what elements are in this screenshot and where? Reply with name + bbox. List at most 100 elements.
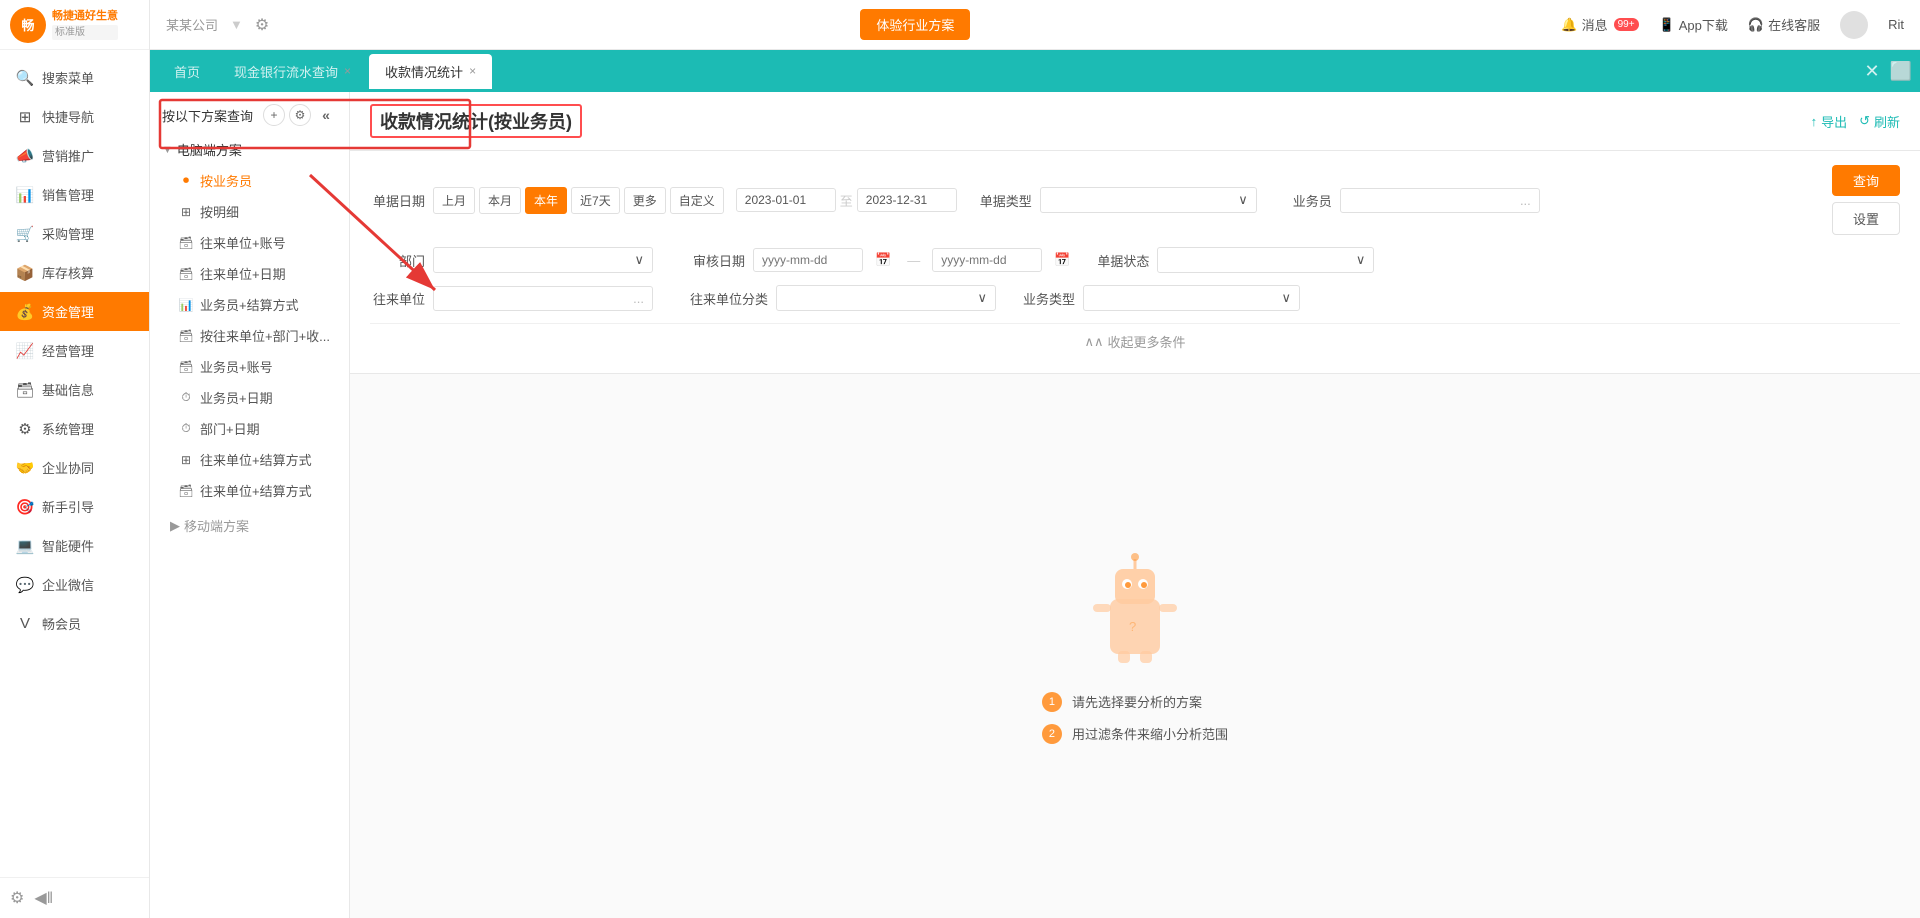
header-left: 某某公司 ▼ ⚙ <box>166 15 269 35</box>
scheme-item-partner-dept[interactable]: 🗃 按往来单位+部门+收... <box>154 320 345 351</box>
export-button[interactable]: ↑ 导出 <box>1811 112 1848 131</box>
partner-dept-icon: 🗃 <box>178 328 194 344</box>
date-btn-custom[interactable]: 自定义 <box>670 187 724 214</box>
sidebar-item-guide[interactable]: 🎯 新手引导 <box>0 487 149 526</box>
sidebar-item-system[interactable]: ⚙ 系统管理 <box>0 409 149 448</box>
scheme-settings-button[interactable]: ⚙ <box>289 104 311 126</box>
user-avatar[interactable] <box>1840 11 1868 39</box>
sidebar-label-system: 系统管理 <box>42 419 94 438</box>
salesperson-more-icon[interactable]: ... <box>1520 193 1531 208</box>
scheme-label-partner-settlement1: 往来单位+结算方式 <box>200 450 312 469</box>
sidebar-item-purchase[interactable]: 🛒 采购管理 <box>0 214 149 253</box>
partner-more-icon[interactable]: ... <box>633 291 644 306</box>
date-start-input[interactable] <box>736 188 836 212</box>
bill-status-select[interactable]: ∨ <box>1157 247 1374 273</box>
window-maximize-icon[interactable]: ⬜ <box>1890 61 1912 82</box>
sidebar-item-sales[interactable]: 📊 销售管理 <box>0 175 149 214</box>
date-btn-more[interactable]: 更多 <box>624 187 666 214</box>
review-date-start[interactable] <box>753 248 863 272</box>
sidebar-item-hardware[interactable]: 💻 智能硬件 <box>0 526 149 565</box>
filter-row-1: 单据日期 上月 本月 本年 近7天 更多 自定义 至 <box>370 165 1900 235</box>
partner-filter-item: 往来单位 ... <box>370 286 670 311</box>
filter-settings-button[interactable]: 设置 <box>1832 202 1900 235</box>
sidebar-item-inventory[interactable]: 📦 库存核算 <box>0 253 149 292</box>
refresh-button[interactable]: ↺ 刷新 <box>1859 112 1900 131</box>
sidebar-item-finance[interactable]: 💰 资金管理 <box>0 292 149 331</box>
sidebar-item-search[interactable]: 🔍 搜索菜单 <box>0 58 149 97</box>
scheme-item-dept-date[interactable]: ⏱ 部门+日期 <box>154 413 345 444</box>
dept-date-icon: ⏱ <box>178 421 194 437</box>
header-right: 🔔 消息 99+ 📱 App下载 🎧 在线客服 Rit <box>1561 11 1904 39</box>
tab-collection[interactable]: 收款情况统计 × <box>369 54 492 89</box>
sidebar-item-basic[interactable]: 🗃 基础信息 <box>0 370 149 409</box>
notifications-action[interactable]: 🔔 消息 99+ <box>1561 15 1638 34</box>
scheme-label-by-detail: 按明细 <box>200 202 239 221</box>
scheme-label-partner-settlement2: 往来单位+结算方式 <box>200 481 312 500</box>
date-btn-last-month[interactable]: 上月 <box>433 187 475 214</box>
scheme-item-partner-date[interactable]: 🗃 往来单位+日期 <box>154 258 345 289</box>
mobile-scheme-label: 移动端方案 <box>184 516 249 535</box>
tab-bank-close[interactable]: × <box>344 64 351 78</box>
scheme-item-salesperson-account[interactable]: 🗃 业务员+账号 <box>154 351 345 382</box>
filter-row-3: 往来单位 ... 往来单位分类 ∨ 业务类型 <box>370 285 1900 311</box>
tab-bank[interactable]: 现金银行流水查询 × <box>218 54 367 89</box>
date-btn-this-month[interactable]: 本月 <box>479 187 521 214</box>
empty-steps: 1 请先选择要分析的方案 2 用过滤条件来缩小分析范围 <box>1042 692 1228 744</box>
dept-select[interactable]: ∨ <box>433 247 653 273</box>
business-type-select[interactable]: ∨ <box>1083 285 1300 311</box>
header-settings-icon[interactable]: ⚙ <box>255 15 269 35</box>
window-close-icon[interactable]: ✕ <box>1864 61 1879 82</box>
app-download-label: App下载 <box>1679 15 1728 34</box>
mobile-scheme-header[interactable]: ▶ 移动端方案 <box>154 510 345 541</box>
sidebar-label-search: 搜索菜单 <box>42 68 94 87</box>
review-date-calendar-start[interactable]: 📅 <box>875 252 891 268</box>
add-scheme-button[interactable]: + <box>263 104 285 126</box>
salesperson-icon: ⏺ <box>178 173 194 189</box>
sidebar-label-basic: 基础信息 <box>42 380 94 399</box>
date-btn-7days[interactable]: 近7天 <box>571 187 620 214</box>
partner-category-select[interactable]: ∨ <box>776 285 996 311</box>
sidebar-item-vip[interactable]: V 畅会员 <box>0 604 149 643</box>
query-button[interactable]: 查询 <box>1832 165 1900 196</box>
scheme-label-salesperson-date: 业务员+日期 <box>200 388 273 407</box>
app-download-action[interactable]: 📱 App下载 <box>1659 15 1728 34</box>
online-service-action[interactable]: 🎧 在线客服 <box>1748 15 1820 34</box>
trial-button[interactable]: 体验行业方案 <box>860 9 970 40</box>
sidebar-item-operation[interactable]: 📈 经营管理 <box>0 331 149 370</box>
date-end-input[interactable] <box>857 188 957 212</box>
salesperson-date-icon: ⏱ <box>178 390 194 406</box>
partner-select[interactable]: ... <box>433 286 653 311</box>
desktop-scheme-header[interactable]: ▼ 电脑端方案 <box>154 134 345 165</box>
review-date-end[interactable] <box>932 248 1042 272</box>
scheme-item-by-detail[interactable]: ⊞ 按明细 <box>154 196 345 227</box>
scheme-item-salesperson-settlement[interactable]: 📊 业务员+结算方式 <box>154 289 345 320</box>
tab-collection-close[interactable]: × <box>469 64 476 78</box>
scheme-item-partner-account[interactable]: 🗃 往来单位+账号 <box>154 227 345 258</box>
hardware-icon: 💻 <box>16 537 34 555</box>
review-date-filter-item: 审核日期 📅 — 📅 <box>690 248 1074 272</box>
review-date-calendar-end[interactable]: 📅 <box>1054 252 1070 268</box>
sidebar-item-corp[interactable]: 🤝 企业协同 <box>0 448 149 487</box>
sidebar-item-quick[interactable]: ⊞ 快捷导航 <box>0 97 149 136</box>
collapse-conditions-bar[interactable]: ∧∧ 收起更多条件 <box>370 323 1900 359</box>
date-btn-this-year[interactable]: 本年 <box>525 187 567 214</box>
sidebar-item-marketing[interactable]: 📣 营销推广 <box>0 136 149 175</box>
scheme-item-partner-settlement2[interactable]: 🗃 往来单位+结算方式 <box>154 475 345 506</box>
salesperson-select[interactable]: ... <box>1340 188 1540 213</box>
bill-type-select[interactable]: ∨ <box>1040 187 1257 213</box>
partner-category-filter-item: 往来单位分类 ∨ <box>690 285 1000 311</box>
panel-collapse-button[interactable]: « <box>315 104 337 126</box>
sidebar-label-finance: 资金管理 <box>42 302 94 321</box>
sidebar-item-wechat[interactable]: 💬 企业微信 <box>0 565 149 604</box>
export-label: 导出 <box>1821 112 1847 131</box>
sidebar: 畅 畅捷通好生意 标准版 🔍 搜索菜单 ⊞ 快捷导航 📣 营销推广 📊 销售管理… <box>0 0 150 918</box>
sidebar-settings-icon[interactable]: ⚙ <box>10 888 24 908</box>
bill-status-expand-icon: ∨ <box>1356 252 1366 268</box>
logo-version: 标准版 <box>52 25 118 40</box>
scheme-item-by-salesperson[interactable]: ⏺ 按业务员 <box>154 165 345 196</box>
logo-title: 畅捷通好生意 <box>52 9 118 23</box>
scheme-item-salesperson-date[interactable]: ⏱ 业务员+日期 <box>154 382 345 413</box>
scheme-item-partner-settlement1[interactable]: ⊞ 往来单位+结算方式 <box>154 444 345 475</box>
sidebar-collapse-icon[interactable]: ◀‖ <box>34 888 53 908</box>
tab-home[interactable]: 首页 <box>158 54 216 89</box>
